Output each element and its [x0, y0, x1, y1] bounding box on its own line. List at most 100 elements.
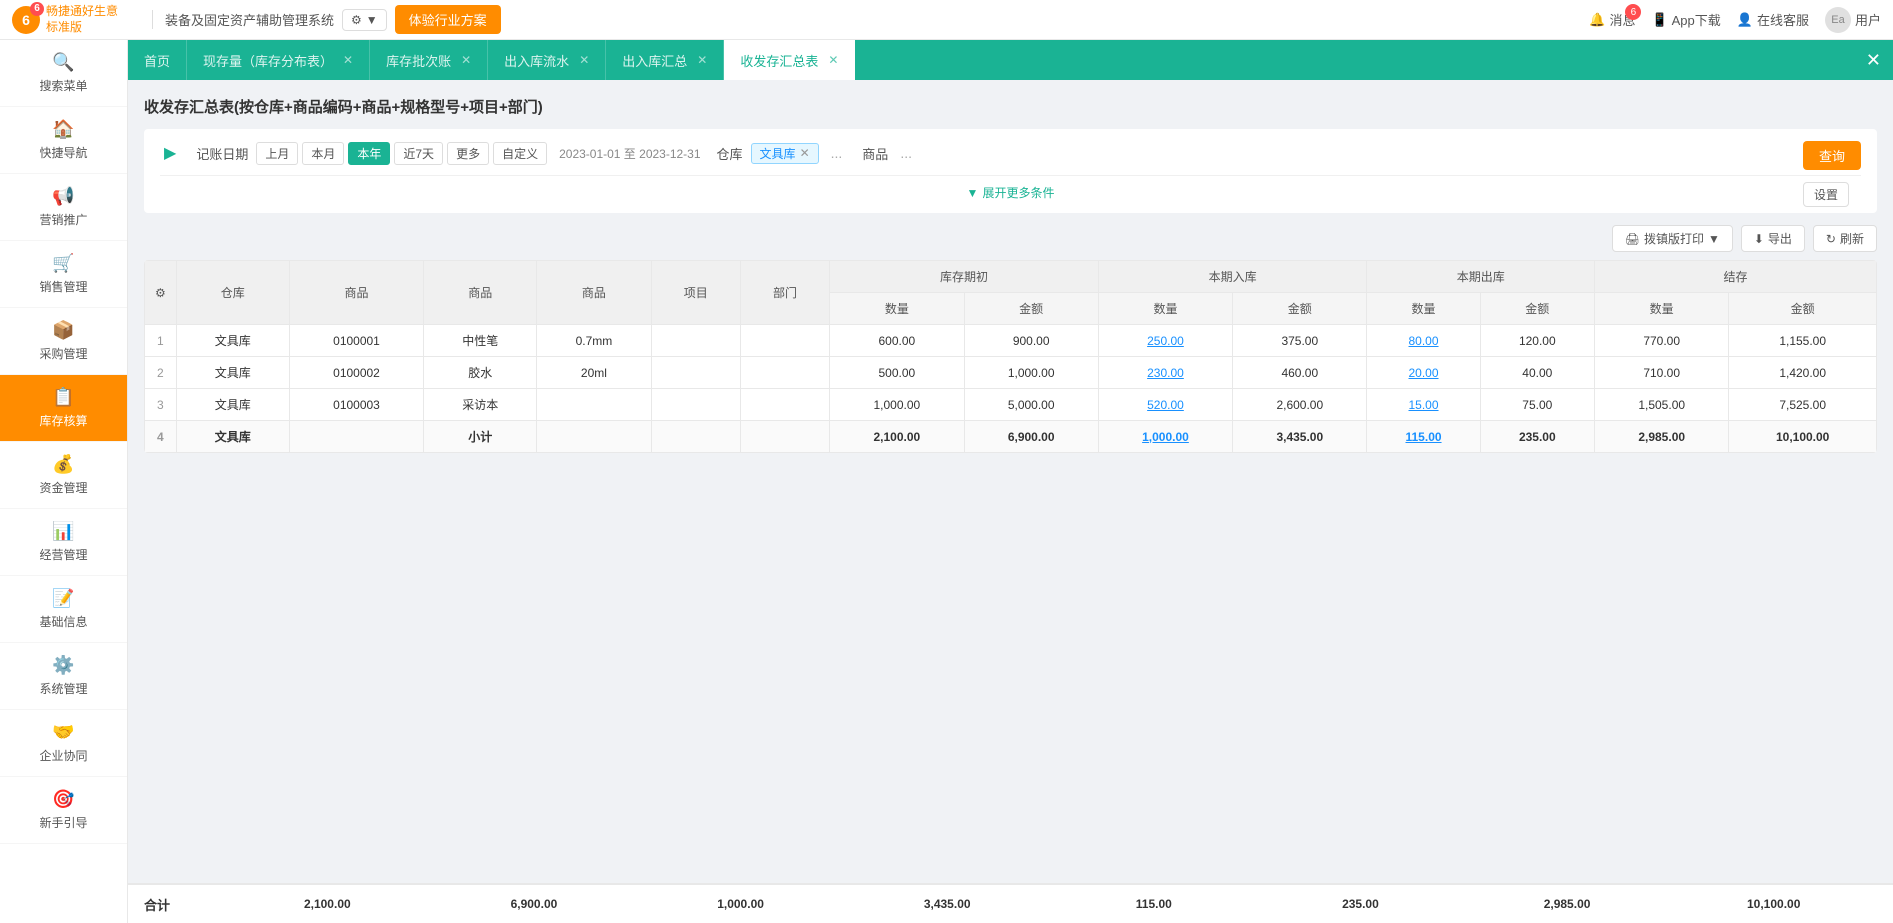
- settings-button[interactable]: 设置: [1803, 182, 1849, 207]
- sidebar-item-marketing[interactable]: 📢 营销推广: [0, 174, 127, 241]
- warehouse-ellipsis[interactable]: ...: [827, 145, 847, 161]
- warehouse-label: 仓库: [717, 144, 743, 163]
- refresh-button[interactable]: ↻ 刷新: [1813, 225, 1877, 252]
- table-row: 1 文具库 0100001 中性笔 0.7mm 600.00 900.00 25…: [145, 325, 1877, 357]
- table-col-product-spec: 商品: [537, 261, 651, 325]
- row-in-amt-4: 3,435.00: [1233, 421, 1367, 453]
- row-product-code-2: 0100002: [289, 357, 423, 389]
- row-in-qty-4[interactable]: 1,000.00: [1098, 421, 1232, 453]
- service-icon: 👤: [1737, 12, 1753, 28]
- tab-close-batch-ledger[interactable]: ✕: [461, 53, 471, 67]
- sidebar-item-system[interactable]: ⚙️ 系统管理: [0, 643, 127, 710]
- tab-in-out-flow[interactable]: 出入库流水 ✕: [488, 40, 606, 80]
- tab-close-recv-send-summary[interactable]: ✕: [828, 53, 838, 67]
- experience-button[interactable]: 体验行业方案: [395, 5, 501, 34]
- row-out-amt-2: 40.00: [1480, 357, 1594, 389]
- row-opening-amt-3: 5,000.00: [964, 389, 1098, 421]
- finance-icon: 💰: [52, 454, 74, 475]
- sidebar-item-enterprise[interactable]: 🤝 企业协同: [0, 710, 127, 777]
- product-label: 商品: [862, 144, 888, 163]
- tab-close-in-out-flow[interactable]: ✕: [579, 53, 589, 67]
- table-col-department: 部门: [740, 261, 829, 325]
- filter-product-section: 商品 ...: [862, 144, 916, 163]
- row-out-qty-2[interactable]: 20.00: [1367, 357, 1480, 389]
- sidebar-item-inventory[interactable]: 📋 库存核算: [0, 375, 127, 442]
- table-toolbar: 🖨 拨镇版打印 ▼ ⬇ 导出 ↻ 刷新: [144, 225, 1877, 252]
- row-opening-qty-2: 500.00: [830, 357, 964, 389]
- row-warehouse-3: 文具库: [176, 389, 289, 421]
- tab-bar-close-button[interactable]: ✕: [1854, 50, 1893, 71]
- row-product-spec-1: 0.7mm: [537, 325, 651, 357]
- row-in-qty-2[interactable]: 230.00: [1098, 357, 1232, 389]
- tab-stock-dist[interactable]: 现存量（库存分布表） ✕: [187, 40, 370, 80]
- data-table-wrap: ⚙ 仓库 商品 商品 商品 项目 部门 库存期初 本期入库 本期出库 结存: [144, 260, 1877, 453]
- tab-recv-send-summary[interactable]: 收发存汇总表 ✕: [724, 40, 855, 80]
- row-opening-qty-3: 1,000.00: [830, 389, 964, 421]
- print-button[interactable]: 🖨 拨镇版打印 ▼: [1612, 225, 1733, 252]
- table-col-current-out: 本期出库: [1367, 261, 1595, 293]
- query-button[interactable]: 查询: [1803, 141, 1861, 170]
- date-btn-more[interactable]: 更多: [447, 142, 489, 165]
- footer-opening-amt: 6,900.00: [431, 893, 638, 915]
- marketing-icon: 📢: [52, 186, 74, 207]
- row-out-qty-3[interactable]: 15.00: [1367, 389, 1480, 421]
- tab-home[interactable]: 首页: [128, 40, 187, 80]
- page-title: 收发存汇总表(按仓库+商品编码+商品+规格型号+项目+部门): [144, 96, 1877, 117]
- system-dropdown-button[interactable]: ⚙ ▼: [342, 9, 387, 31]
- row-out-qty-4[interactable]: 115.00: [1367, 421, 1480, 453]
- sidebar-item-operations[interactable]: 📊 经营管理: [0, 509, 127, 576]
- row-in-amt-2: 460.00: [1233, 357, 1367, 389]
- table-subhdr-bal-qty: 数量: [1595, 293, 1729, 325]
- sidebar-item-purchase[interactable]: 📦 采购管理: [0, 308, 127, 375]
- row-in-amt-3: 2,600.00: [1233, 389, 1367, 421]
- user-item[interactable]: Ea 用户: [1825, 7, 1881, 33]
- sidebar-item-finance[interactable]: 💰 资金管理: [0, 442, 127, 509]
- system-icon: ⚙️: [52, 655, 74, 676]
- warehouse-tag-close[interactable]: ✕: [800, 146, 810, 160]
- product-ellipsis[interactable]: ...: [896, 145, 916, 161]
- sidebar-item-sales[interactable]: 🛒 销售管理: [0, 241, 127, 308]
- table-col-product-code: 商品: [289, 261, 423, 325]
- row-in-qty-3[interactable]: 520.00: [1098, 389, 1232, 421]
- row-opening-amt-1: 900.00: [964, 325, 1098, 357]
- date-btn-this-month[interactable]: 本月: [302, 142, 344, 165]
- collapse-btn[interactable]: ▶: [160, 141, 180, 165]
- tab-close-in-out-summary[interactable]: ✕: [697, 53, 707, 67]
- row-in-qty-1[interactable]: 250.00: [1098, 325, 1232, 357]
- sales-icon: 🛒: [52, 253, 74, 274]
- notification-item[interactable]: 🔔 消息 6: [1589, 10, 1635, 29]
- table-col-warehouse: 仓库: [176, 261, 289, 325]
- footer-bal-amt: 10,100.00: [1670, 893, 1877, 915]
- sidebar-item-search[interactable]: 🔍 搜索菜单: [0, 40, 127, 107]
- tab-close-stock-dist[interactable]: ✕: [343, 53, 353, 67]
- tab-in-out-summary[interactable]: 出入库汇总 ✕: [606, 40, 724, 80]
- filter-date-section: 记账日期 上月 本月 本年 近7天 更多 自定义 2023-01-01 至 20…: [196, 142, 700, 165]
- row-num-2: 2: [145, 357, 177, 389]
- tab-batch-ledger[interactable]: 库存批次账 ✕: [370, 40, 488, 80]
- expand-btn[interactable]: ▼ 展开更多条件: [967, 184, 1055, 201]
- logo-icon: 6 6: [12, 6, 40, 34]
- table-col-project: 项目: [651, 261, 740, 325]
- sidebar-item-newbie[interactable]: 🎯 新手引导: [0, 777, 127, 844]
- export-button[interactable]: ⬇ 导出: [1741, 225, 1805, 252]
- row-department-2: [740, 357, 829, 389]
- expand-icon: ▼: [967, 186, 979, 200]
- filter-card: ▶ 记账日期 上月 本月 本年 近7天 更多 自定义: [144, 129, 1877, 213]
- date-btn-this-year[interactable]: 本年: [348, 142, 390, 165]
- row-department-1: [740, 325, 829, 357]
- data-table: ⚙ 仓库 商品 商品 商品 项目 部门 库存期初 本期入库 本期出库 结存: [144, 260, 1877, 453]
- table-row: 3 文具库 0100003 采访本 1,000.00 5,000.00 520.…: [145, 389, 1877, 421]
- chevron-down-icon: ▼: [1708, 232, 1720, 246]
- date-btn-custom[interactable]: 自定义: [493, 142, 547, 165]
- row-bal-qty-2: 710.00: [1595, 357, 1729, 389]
- date-btn-7days[interactable]: 近7天: [394, 142, 443, 165]
- row-department-3: [740, 389, 829, 421]
- app-download-item[interactable]: 📱 App下载: [1651, 10, 1720, 29]
- row-out-qty-1[interactable]: 80.00: [1367, 325, 1480, 357]
- date-btn-last-month[interactable]: 上月: [256, 142, 298, 165]
- sidebar-item-basic[interactable]: 📝 基础信息: [0, 576, 127, 643]
- sidebar-item-quick-nav[interactable]: 🏠 快捷导航: [0, 107, 127, 174]
- app-wrapper: 6 6 畅捷通好生意 标准版 装备及固定资产辅助管理系统 ⚙ ▼ 体验行业方案 …: [0, 0, 1893, 923]
- gear-icon: ⚙: [351, 13, 362, 27]
- online-service-item[interactable]: 👤 在线客服: [1737, 10, 1809, 29]
